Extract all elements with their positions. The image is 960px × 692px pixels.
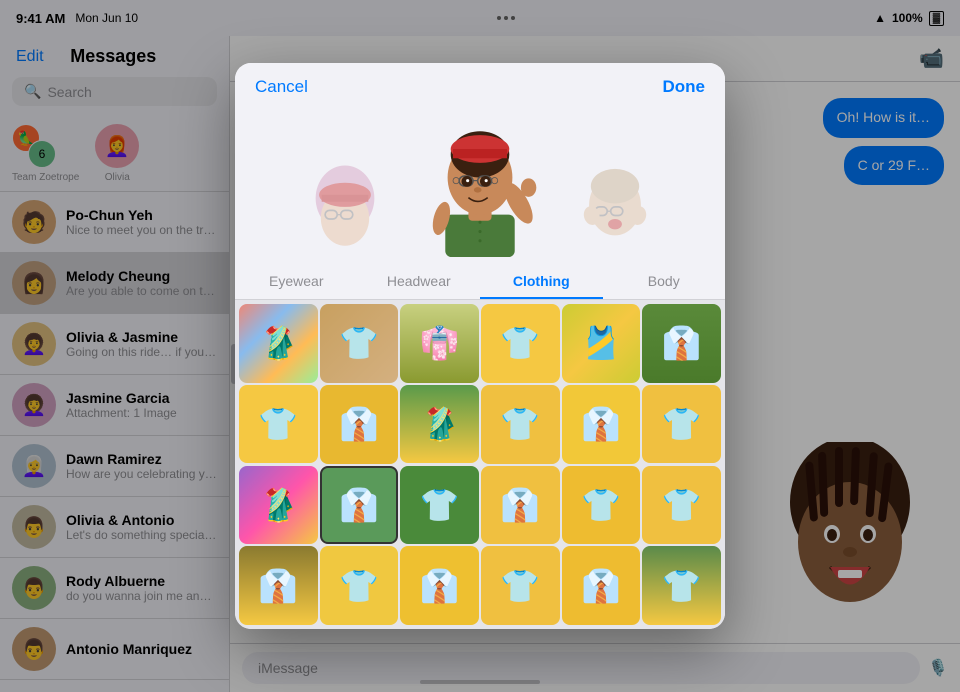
clothing-item[interactable]: 👔	[239, 546, 318, 625]
clothing-torso: 🥻	[400, 385, 479, 464]
home-indicator	[420, 680, 540, 684]
clothing-torso: 🥻	[239, 466, 318, 545]
clothing-torso: 👕	[400, 466, 479, 545]
memoji-right[interactable]	[560, 157, 670, 257]
clothing-torso: 👕	[481, 304, 560, 383]
clothing-item[interactable]: 👔	[562, 546, 641, 625]
clothing-torso: 👘	[400, 304, 479, 383]
clothing-torso: 👕	[481, 385, 560, 464]
clothing-torso: 👕	[320, 304, 399, 383]
modal-topbar: Cancel Done	[235, 63, 725, 107]
clothing-item[interactable]: 👕	[481, 304, 560, 383]
clothing-torso: 👔	[320, 385, 399, 464]
clothing-torso: 👕	[642, 546, 721, 625]
clothing-torso: 👔	[239, 546, 318, 625]
clothing-item[interactable]: 👕	[481, 385, 560, 464]
category-tabs: Eyewear Headwear Clothing Body	[235, 257, 725, 300]
memoji-center	[400, 117, 560, 257]
clothing-item[interactable]: 👕	[642, 546, 721, 625]
memoji-left-svg	[305, 162, 385, 257]
clothing-item[interactable]: 👔	[562, 385, 641, 464]
clothing-torso: 👕	[642, 466, 721, 545]
clothing-torso: 👕	[481, 546, 560, 625]
clothing-item[interactable]: 👕	[320, 304, 399, 383]
memoji-editor-modal: Cancel Done	[235, 63, 725, 629]
clothing-torso: 🎽	[562, 304, 641, 383]
tab-clothing[interactable]: Clothing	[480, 265, 603, 299]
clothing-item[interactable]: 🥻	[400, 385, 479, 464]
memoji-center-svg	[405, 122, 555, 257]
clothing-item[interactable]: 👔	[400, 546, 479, 625]
clothing-item[interactable]: 👕	[239, 385, 318, 464]
clothing-item[interactable]: 👕	[320, 546, 399, 625]
memoji-preview-row	[235, 107, 725, 257]
clothing-torso: 👕	[562, 466, 641, 545]
clothing-torso: 👔	[400, 546, 479, 625]
clothing-torso: 🥻	[239, 304, 318, 383]
cancel-button[interactable]: Cancel	[255, 77, 308, 97]
clothing-item[interactable]: 👔	[642, 304, 721, 383]
clothing-torso: 👔	[481, 466, 560, 545]
clothing-item[interactable]: 👕	[481, 546, 560, 625]
clothing-torso: 👔	[562, 546, 641, 625]
clothing-torso: 👕	[642, 385, 721, 464]
tab-body[interactable]: Body	[603, 265, 726, 299]
clothing-item[interactable]: 👔	[320, 466, 399, 545]
clothing-item[interactable]: 👔	[320, 385, 399, 464]
clothing-item[interactable]: 👕	[642, 466, 721, 545]
clothing-item[interactable]: 🥻	[239, 304, 318, 383]
clothing-item[interactable]: 👔	[481, 466, 560, 545]
tab-eyewear[interactable]: Eyewear	[235, 265, 358, 299]
memoji-left[interactable]	[290, 157, 400, 257]
clothing-item[interactable]: 🎽	[562, 304, 641, 383]
clothing-item[interactable]: 👘	[400, 304, 479, 383]
clothing-torso: 👔	[322, 468, 397, 543]
clothing-torso: 👔	[562, 385, 641, 464]
modal-overlay: Cancel Done	[0, 0, 960, 692]
clothing-item[interactable]: 👕	[400, 466, 479, 545]
clothing-item[interactable]: 👕	[642, 385, 721, 464]
clothing-grid: 🥻 👕 👘 👕 🎽 👔 👕 👔	[235, 300, 725, 629]
clothing-torso: 👕	[320, 546, 399, 625]
clothing-torso: 👔	[642, 304, 721, 383]
done-button[interactable]: Done	[663, 77, 706, 97]
clothing-torso: 👕	[239, 385, 318, 464]
tab-headwear[interactable]: Headwear	[358, 265, 481, 299]
memoji-right-svg	[575, 162, 655, 257]
clothing-item[interactable]: 🥻	[239, 466, 318, 545]
clothing-item[interactable]: 👕	[562, 466, 641, 545]
